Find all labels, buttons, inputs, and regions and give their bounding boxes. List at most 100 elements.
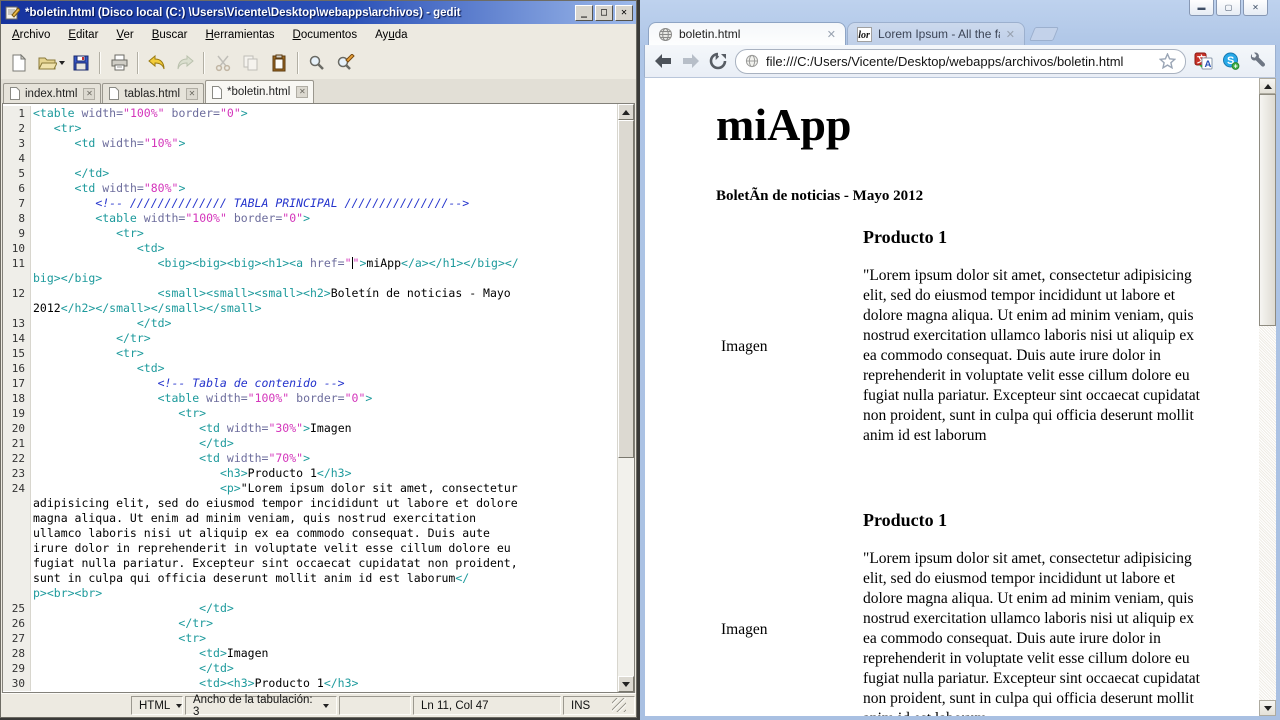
code-line[interactable]: 6 <td width="80%"> [3, 181, 617, 196]
code-line[interactable]: 23 <h3>Producto 1</h3> [3, 466, 617, 481]
code-line[interactable]: 28 <td>Imagen [3, 646, 617, 661]
code-line[interactable]: 5 </td> [3, 166, 617, 181]
code-line[interactable]: 8 <table width="100%" border="0"> [3, 211, 617, 226]
bookmark-star-icon[interactable] [1159, 53, 1176, 69]
chrome-close-button[interactable]: ✕ [1243, 0, 1268, 16]
gedit-maximize-button[interactable]: □ [595, 4, 613, 21]
doc-tab-tablas[interactable]: tablas.html ✕ [102, 83, 205, 103]
code-line[interactable]: fugiat nulla pariatur. Excepteur sint oc… [3, 556, 617, 571]
menu-ayuda[interactable]: Ayuda [366, 26, 416, 44]
code-line[interactable]: 1 <table width="100%" border="0"> [3, 106, 617, 121]
tab-close-icon[interactable]: ✕ [83, 87, 96, 100]
code-line[interactable]: 2 <tr> [3, 121, 617, 136]
page-scrollbar[interactable] [1259, 78, 1276, 716]
copy-button[interactable] [238, 50, 264, 76]
code-line[interactable]: 27 <tr> [3, 631, 617, 646]
code-line[interactable]: 16 <td> [3, 361, 617, 376]
doc-tab-index[interactable]: index.html ✕ [3, 83, 102, 103]
code-line[interactable]: 17 <!-- Tabla de contenido --> [3, 376, 617, 391]
tab-close-icon[interactable]: ✕ [186, 87, 199, 100]
tab-close-icon[interactable]: ✕ [827, 28, 836, 41]
address-bar[interactable]: file:///C:/Users/Vicente/Desktop/webapps… [735, 48, 1186, 74]
code-line[interactable]: magna aliqua. Ut enim ad minim veniam, q… [3, 511, 617, 526]
code-line[interactable]: p><br><br> [3, 586, 617, 601]
paste-button[interactable] [266, 50, 292, 76]
tab-close-icon[interactable]: ✕ [296, 86, 309, 98]
translate-extension-icon[interactable]: 文A [1194, 52, 1213, 70]
find-replace-button[interactable] [332, 50, 358, 76]
save-button[interactable] [68, 50, 94, 76]
print-button[interactable] [106, 50, 132, 76]
chrome-titlebar[interactable]: ▬ ▢ ✕ boletin.html ✕ lor Lorem Ipsum - A… [640, 0, 1280, 45]
code-line[interactable]: 2012</h2></small></small></small> [3, 301, 617, 316]
code-line[interactable]: 9 <tr> [3, 226, 617, 241]
code-line[interactable]: ullamco laboris nisi ut aliquip ex ea co… [3, 526, 617, 541]
new-tab-button[interactable] [1029, 27, 1059, 41]
back-button[interactable] [653, 53, 673, 69]
doc-tab-boletin[interactable]: *boletin.html ✕ [205, 80, 315, 103]
code-line[interactable]: 20 <td width="30%">Imagen [3, 421, 617, 436]
code-line[interactable]: 12 <small><small><small><h2>Boletín de n… [3, 286, 617, 301]
chrome-maximize-button[interactable]: ▢ [1216, 0, 1241, 16]
open-button[interactable] [34, 50, 60, 76]
gedit-close-button[interactable]: ✕ [615, 4, 633, 21]
menu-documentos[interactable]: Documentos [284, 26, 367, 44]
scroll-down-icon[interactable] [1259, 700, 1276, 716]
code-line[interactable]: 21 </td> [3, 436, 617, 451]
code-line[interactable]: adipisicing elit, sed do eiusmod tempor … [3, 496, 617, 511]
gedit-minimize-button[interactable]: _ [575, 4, 593, 21]
code-line[interactable]: 11 <big><big><big><h1><a href="">miApp</… [3, 256, 617, 271]
url-text[interactable]: file:///C:/Users/Vicente/Desktop/webapps… [766, 54, 1152, 69]
menu-herramientas[interactable]: Herramientas [196, 26, 283, 44]
open-dropdown-icon[interactable] [59, 60, 65, 65]
code-line[interactable]: irure dolor in reprehenderit in voluptat… [3, 541, 617, 556]
scroll-up-icon[interactable] [618, 104, 634, 120]
new-document-button[interactable] [6, 50, 32, 76]
code-line[interactable]: 3 <td width="10%"> [3, 136, 617, 151]
code-line[interactable]: 18 <table width="100%" border="0"> [3, 391, 617, 406]
skype-extension-icon[interactable]: S + [1221, 52, 1240, 70]
editor-scrollbar[interactable] [617, 104, 634, 692]
reload-button[interactable] [709, 52, 727, 70]
code-line[interactable]: 25 </td> [3, 601, 617, 616]
browser-tab-boletin[interactable]: boletin.html ✕ [648, 22, 846, 45]
language-mode-dropdown[interactable]: HTML [131, 696, 183, 715]
code-line[interactable]: sunt in culpa qui officia deserunt molli… [3, 571, 617, 586]
code-line[interactable]: 19 <tr> [3, 406, 617, 421]
code-line[interactable]: 22 <td width="70%"> [3, 451, 617, 466]
find-button[interactable] [304, 50, 330, 76]
cut-button[interactable] [210, 50, 236, 76]
gedit-editor[interactable]: 1 <table width="100%" border="0"> 2 <tr> 3 … [2, 103, 635, 693]
code-line[interactable]: 24 <p>"Lorem ipsum dolor sit amet, conse… [3, 481, 617, 496]
rendered-page[interactable]: miApp BoletÃn de noticias - Mayo 2012 Im… [645, 78, 1259, 716]
scrollbar-thumb[interactable] [618, 120, 634, 458]
redo-button[interactable] [172, 50, 198, 76]
chrome-minimize-button[interactable]: ▬ [1189, 0, 1214, 16]
code-line[interactable]: 29 </td> [3, 661, 617, 676]
scrollbar-thumb[interactable] [1259, 94, 1276, 326]
code-line[interactable]: 14 </tr> [3, 331, 617, 346]
gedit-titlebar[interactable]: *boletin.html (Disco local (C:) \Users\V… [1, 1, 636, 24]
scroll-up-icon[interactable] [1259, 78, 1276, 94]
code-line[interactable]: 13 </td> [3, 316, 617, 331]
resize-grip[interactable] [612, 698, 626, 712]
undo-button[interactable] [144, 50, 170, 76]
browser-tab-lorem-ipsum[interactable]: lor Lorem Ipsum - All the facts - Li ✕ [847, 22, 1025, 45]
scroll-down-icon[interactable] [618, 676, 634, 692]
menu-archivo[interactable]: Archivo [3, 26, 59, 44]
code-line[interactable]: 7 <!-- ////////////// TABLA PRINCIPAL //… [3, 196, 617, 211]
forward-button[interactable] [681, 53, 701, 69]
code-line[interactable]: 15 <tr> [3, 346, 617, 361]
code-line[interactable]: big></big> [3, 271, 617, 286]
tab-width-dropdown[interactable]: Ancho de la tabulación: 3 [185, 694, 337, 718]
code-line[interactable]: 10 <td> [3, 241, 617, 256]
menu-ver[interactable]: Ver [107, 26, 142, 44]
code-line[interactable]: 4 [3, 151, 617, 166]
code-line[interactable]: 30 <td><h3>Producto 1</h3> [3, 676, 617, 691]
code-rows[interactable]: 1 <table width="100%" border="0"> 2 <tr> 3 … [3, 104, 617, 692]
menu-buscar[interactable]: Buscar [143, 26, 197, 44]
tab-close-icon[interactable]: ✕ [1006, 28, 1015, 41]
wrench-menu-icon[interactable] [1248, 52, 1267, 70]
code-line[interactable]: 26 </tr> [3, 616, 617, 631]
menu-editar[interactable]: Editar [59, 26, 107, 44]
